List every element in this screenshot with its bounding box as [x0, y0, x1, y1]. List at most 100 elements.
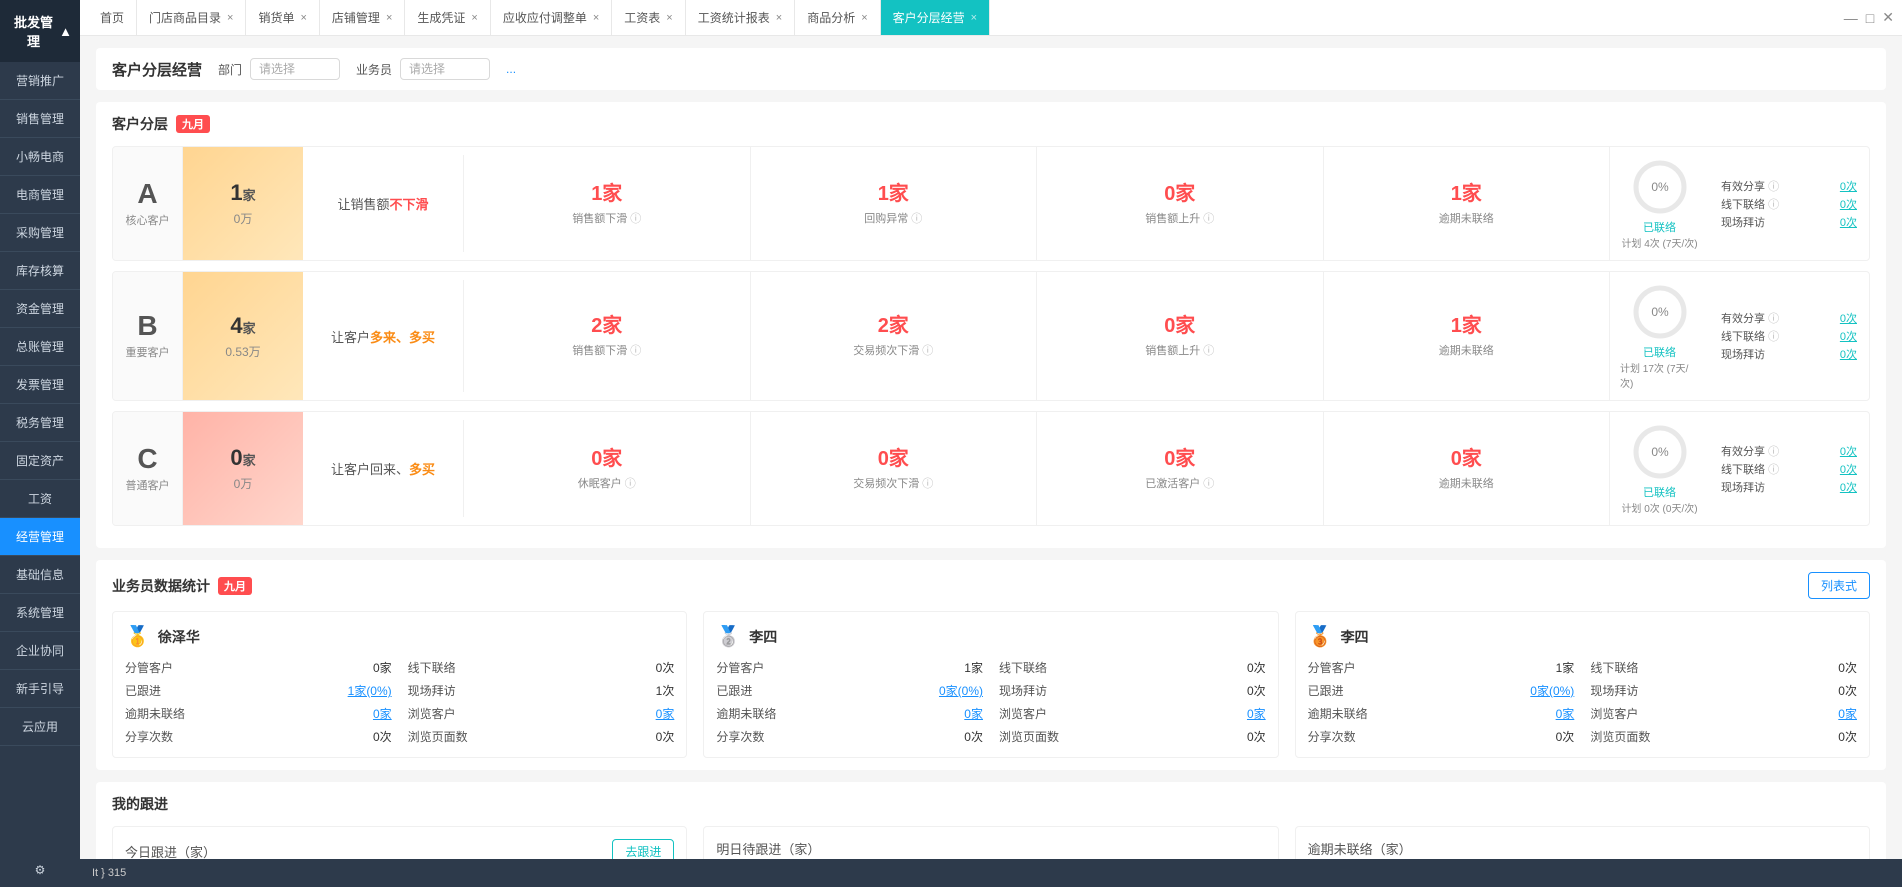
- info-icon[interactable]: ⓘ: [625, 475, 636, 491]
- tab-close-工资统计报表[interactable]: ×: [776, 12, 782, 24]
- tab-close-工资表[interactable]: ×: [666, 12, 672, 24]
- tier-name-A: 核心客户: [126, 212, 170, 228]
- tab-close-门店商品目录[interactable]: ×: [227, 12, 233, 24]
- right-stat-info-icon-B-1[interactable]: ⓘ: [1768, 331, 1779, 343]
- tab-生成凭证[interactable]: 生成凭证×: [405, 0, 490, 36]
- tab-close-生成凭证[interactable]: ×: [471, 12, 477, 24]
- biz-stat-val-1-left-3: 0次: [964, 728, 983, 745]
- tab-close-客户分层经营[interactable]: ×: [971, 12, 977, 24]
- right-stat-count-A-2[interactable]: 0次: [1840, 214, 1857, 230]
- sidebar-item-采购管理[interactable]: 采购管理: [0, 214, 80, 252]
- sidebar-item-经营管理[interactable]: 经营管理: [0, 518, 80, 556]
- tier-right-stats-B: 有效分享 ⓘ0次线下联络 ⓘ0次现场拜访 0次: [1709, 272, 1869, 400]
- biz-stat-val-0-left-2[interactable]: 0家: [373, 705, 392, 722]
- biz-stat-row-0-right-1: 现场拜访1次: [408, 682, 675, 699]
- tab-门店商品目录[interactable]: 门店商品目录×: [137, 0, 246, 36]
- sidebar-item-云应用[interactable]: 云应用: [0, 708, 80, 746]
- biz-stat-row-1-right-3: 浏览页面数0次: [999, 728, 1266, 745]
- tier-stat-num-C-2: 0家: [1164, 447, 1195, 471]
- info-icon[interactable]: ⓘ: [922, 475, 933, 491]
- dept-select[interactable]: 请选择: [250, 58, 340, 80]
- right-stat-info-icon-B-0[interactable]: ⓘ: [1768, 313, 1779, 325]
- circle-label-B: 已联络: [1643, 344, 1676, 360]
- tab-销货单[interactable]: 销货单×: [246, 0, 319, 36]
- biz-stat-val-1-left-2[interactable]: 0家: [964, 705, 983, 722]
- right-stat-count-C-2[interactable]: 0次: [1840, 479, 1857, 495]
- info-icon[interactable]: ⓘ: [1203, 210, 1214, 226]
- tab-客户分层经营[interactable]: 客户分层经营×: [881, 0, 990, 36]
- sidebar-item-系统管理[interactable]: 系统管理: [0, 594, 80, 632]
- followup-btn-0[interactable]: 去跟进: [612, 839, 674, 859]
- circle-sub-B: 计划 17次 (7天/次): [1620, 360, 1699, 390]
- tab-商品分析[interactable]: 商品分析×: [795, 0, 880, 36]
- right-stat-label-C-0: 有效分享 ⓘ: [1721, 443, 1779, 459]
- right-stat-info-icon-A-0[interactable]: ⓘ: [1768, 181, 1779, 193]
- sidebar-item-发票管理[interactable]: 发票管理: [0, 366, 80, 404]
- biz-stat-val-1-right-2[interactable]: 0家: [1247, 705, 1266, 722]
- sidebar-item-基础信息[interactable]: 基础信息: [0, 556, 80, 594]
- tier-circle-B: 0% 已联络 计划 17次 (7天/次): [1609, 272, 1709, 400]
- biz-stat-val-0-right-2[interactable]: 0家: [656, 705, 675, 722]
- right-stat-count-A-1[interactable]: 0次: [1840, 196, 1857, 212]
- tier-stats-B: 2家销售额下滑ⓘ2家交易频次下滑ⓘ0家销售额上升ⓘ1家逾期未联络: [464, 272, 1609, 400]
- biz-stat-row-0-left-2: 逾期未联络0家: [125, 705, 392, 722]
- sidebar-item-总账管理[interactable]: 总账管理: [0, 328, 80, 366]
- biz-stat-row-2-right-0: 线下联络0次: [1590, 659, 1857, 676]
- right-stat-count-B-1[interactable]: 0次: [1840, 328, 1857, 344]
- sidebar-settings[interactable]: ⚙: [0, 853, 80, 887]
- window-close-icon[interactable]: ✕: [1882, 9, 1894, 26]
- circle-pct-text-A: 0%: [1651, 180, 1669, 194]
- biz-stat-val-0-left-1[interactable]: 1家(0%): [348, 682, 392, 699]
- more-filters-btn[interactable]: ...: [506, 62, 516, 76]
- right-stat-count-C-1[interactable]: 0次: [1840, 461, 1857, 477]
- sidebar-item-资金管理[interactable]: 资金管理: [0, 290, 80, 328]
- sidebar-item-新手引导[interactable]: 新手引导: [0, 670, 80, 708]
- list-view-btn[interactable]: 列表式: [1808, 572, 1870, 599]
- tab-应收应付调整单[interactable]: 应收应付调整单×: [491, 0, 612, 36]
- right-stat-count-B-2[interactable]: 0次: [1840, 346, 1857, 362]
- right-stat-info-icon-A-1[interactable]: ⓘ: [1768, 199, 1779, 211]
- tab-close-商品分析[interactable]: ×: [861, 12, 867, 24]
- info-icon[interactable]: ⓘ: [922, 342, 933, 358]
- sidebar-header[interactable]: 批发管理 ▲: [0, 0, 80, 62]
- sidebar-item-小畅电商[interactable]: 小畅电商: [0, 138, 80, 176]
- sidebar-item-库存核算[interactable]: 库存核算: [0, 252, 80, 290]
- right-stat-count-A-0[interactable]: 0次: [1840, 178, 1857, 194]
- tab-店铺管理[interactable]: 店铺管理×: [320, 0, 405, 36]
- biz-stat-val-2-left-1[interactable]: 0家(0%): [1530, 682, 1574, 699]
- tiers-month-badge: 九月: [176, 115, 210, 133]
- sidebar-item-工资[interactable]: 工资: [0, 480, 80, 518]
- tier-stat-B-2: 0家销售额上升ⓘ: [1037, 272, 1324, 400]
- info-icon[interactable]: ⓘ: [1203, 475, 1214, 491]
- sidebar-item-营销推广[interactable]: 营销推广: [0, 62, 80, 100]
- dept-label: 部门: [218, 61, 242, 78]
- right-stat-count-B-0[interactable]: 0次: [1840, 310, 1857, 326]
- biz-stat-val-1-left-1[interactable]: 0家(0%): [939, 682, 983, 699]
- tab-首页[interactable]: 首页: [88, 0, 137, 36]
- info-icon[interactable]: ⓘ: [630, 342, 641, 358]
- tier-count-B: 4家0.53万: [183, 272, 303, 400]
- right-stat-info-icon-C-1[interactable]: ⓘ: [1768, 464, 1779, 476]
- sidebar-item-税务管理[interactable]: 税务管理: [0, 404, 80, 442]
- tab-工资表[interactable]: 工资表×: [612, 0, 685, 36]
- sidebar-item-销售管理[interactable]: 销售管理: [0, 100, 80, 138]
- sidebar-item-企业协同[interactable]: 企业协同: [0, 632, 80, 670]
- window-minimize-icon[interactable]: —: [1844, 10, 1858, 26]
- tab-close-店铺管理[interactable]: ×: [386, 12, 392, 24]
- tab-close-应收应付调整单[interactable]: ×: [593, 12, 599, 24]
- info-icon[interactable]: ⓘ: [911, 210, 922, 226]
- right-stat-info-icon-C-0[interactable]: ⓘ: [1768, 446, 1779, 458]
- tier-stat-C-0: 0家休眠客户ⓘ: [464, 412, 751, 525]
- sidebar-item-固定资产[interactable]: 固定资产: [0, 442, 80, 480]
- window-restore-icon[interactable]: □: [1866, 10, 1874, 26]
- info-icon[interactable]: ⓘ: [630, 210, 641, 226]
- biz-stat-val-2-right-2[interactable]: 0家: [1838, 705, 1857, 722]
- tab-工资统计报表[interactable]: 工资统计报表×: [686, 0, 795, 36]
- info-icon[interactable]: ⓘ: [1203, 342, 1214, 358]
- staff-select[interactable]: 请选择: [400, 58, 490, 80]
- tab-close-销货单[interactable]: ×: [300, 12, 306, 24]
- sidebar-collapse-icon[interactable]: ▲: [59, 24, 72, 39]
- biz-stat-val-2-left-2[interactable]: 0家: [1556, 705, 1575, 722]
- right-stat-count-C-0[interactable]: 0次: [1840, 443, 1857, 459]
- sidebar-item-电商管理[interactable]: 电商管理: [0, 176, 80, 214]
